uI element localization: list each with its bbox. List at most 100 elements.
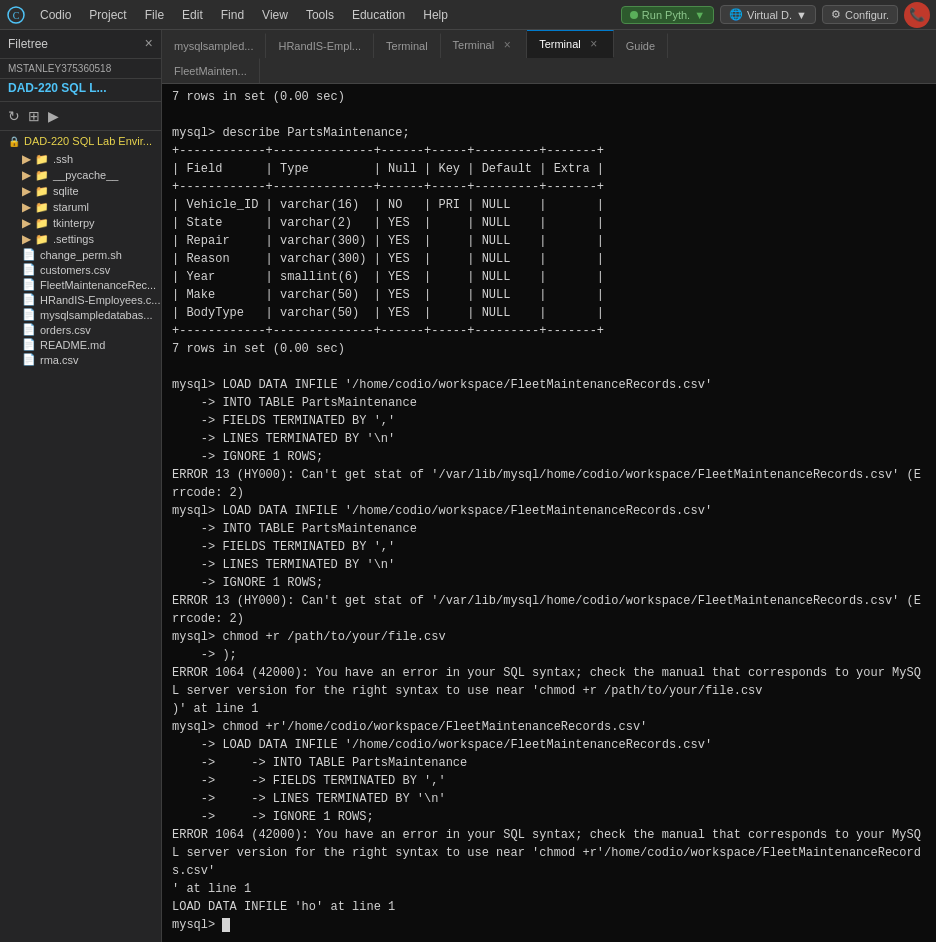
sidebar-item-staruml[interactable]: ▶ 📁 staruml [0, 199, 161, 215]
item-label: customers.csv [40, 264, 110, 276]
virtual-chevron: ▼ [796, 9, 807, 21]
sidebar: Filetree × MSTANLEY375360518 DAD-220 SQL… [0, 30, 162, 942]
run-label: Run Pyth. [642, 9, 690, 21]
tab-fleetmaintena[interactable]: FleetMainten... [162, 58, 260, 83]
sidebar-workspace: DAD-220 SQL L... [0, 79, 161, 102]
menu-find[interactable]: Find [213, 6, 252, 24]
tab-terminal2[interactable]: Terminal × [441, 31, 528, 58]
item-label: .settings [53, 233, 94, 245]
svg-text:C: C [13, 10, 20, 21]
tab-label: Guide [626, 40, 655, 52]
sidebar-item-mysqlsample[interactable]: 📄 mysqlsampledatabas... [0, 307, 161, 322]
folder-icon2: 📁 [35, 233, 49, 246]
play-button[interactable]: ▶ [48, 108, 59, 124]
new-file-button[interactable]: ⊞ [28, 108, 40, 124]
tab-label: mysqlsampled... [174, 40, 253, 52]
menu-tools[interactable]: Tools [298, 6, 342, 24]
tab-label: Terminal [539, 38, 581, 50]
tab-mysqlsampledb[interactable]: mysqlsampled... [162, 33, 266, 58]
virtual-button[interactable]: 🌐 Virtual D. ▼ [720, 5, 816, 24]
tree-root-label: DAD-220 SQL Lab Envir... [24, 135, 152, 147]
item-label: FleetMaintenanceRec... [40, 279, 156, 291]
menu-view[interactable]: View [254, 6, 296, 24]
menu-edit[interactable]: Edit [174, 6, 211, 24]
file-icon: 📄 [22, 323, 36, 336]
sidebar-item-ssh[interactable]: ▶ 📁 .ssh [0, 151, 161, 167]
tab-label: Terminal [453, 39, 495, 51]
folder-icon: ▶ [22, 200, 31, 214]
sidebar-item-customers[interactable]: 📄 customers.csv [0, 262, 161, 277]
globe-icon: 🌐 [729, 8, 743, 21]
tab-guide[interactable]: Guide [614, 33, 668, 58]
tab-bar: mysqlsampled... HRandIS-Empl... Terminal… [162, 30, 936, 84]
cursor [222, 918, 230, 932]
tab-terminal1[interactable]: Terminal [374, 33, 441, 58]
sidebar-item-tkinterpy[interactable]: ▶ 📁 tkinterpy [0, 215, 161, 231]
file-icon: 📄 [22, 353, 36, 366]
item-label: README.md [40, 339, 105, 351]
main-layout: Filetree × MSTANLEY375360518 DAD-220 SQL… [0, 30, 936, 942]
folder-icon2: 📁 [35, 185, 49, 198]
item-label: change_perm.sh [40, 249, 122, 261]
lock-icon: 🔒 [8, 136, 20, 147]
file-icon: 📄 [22, 308, 36, 321]
gear-icon: ⚙ [831, 8, 841, 21]
item-label: tkinterpy [53, 217, 95, 229]
tab-label: Terminal [386, 40, 428, 52]
sidebar-item-hrandis[interactable]: 📄 HRandIS-Employees.c... [0, 292, 161, 307]
tab-close[interactable]: × [500, 38, 514, 52]
terminal-text: +--------------------+ 7 rows in set (0.… [172, 84, 926, 934]
item-label: rma.csv [40, 354, 79, 366]
tab-label: FleetMainten... [174, 65, 247, 77]
app-logo[interactable]: C [6, 5, 26, 25]
item-label: sqlite [53, 185, 79, 197]
content-area: mysqlsampled... HRandIS-Empl... Terminal… [162, 30, 936, 942]
sidebar-header: Filetree × [0, 30, 161, 59]
sidebar-item-pycache[interactable]: ▶ 📁 __pycache__ [0, 167, 161, 183]
sidebar-item-sqlite[interactable]: ▶ 📁 sqlite [0, 183, 161, 199]
run-chevron: ▼ [694, 9, 705, 21]
sidebar-item-fleet[interactable]: 📄 FleetMaintenanceRec... [0, 277, 161, 292]
item-label: __pycache__ [53, 169, 118, 181]
terminal-output[interactable]: +--------------------+ 7 rows in set (0.… [162, 84, 936, 942]
menu-help[interactable]: Help [415, 6, 456, 24]
file-icon: 📄 [22, 248, 36, 261]
file-icon: 📄 [22, 338, 36, 351]
folder-icon: ▶ [22, 152, 31, 166]
tab-close-active[interactable]: × [587, 37, 601, 51]
menu-project[interactable]: Project [81, 6, 134, 24]
folder-icon2: 📁 [35, 217, 49, 230]
sidebar-item-readme[interactable]: 📄 README.md [0, 337, 161, 352]
menu-codio[interactable]: Codio [32, 6, 79, 24]
sidebar-actions: ↻ ⊞ ▶ [0, 102, 161, 131]
config-label: Configur. [845, 9, 889, 21]
run-button[interactable]: Run Pyth. ▼ [621, 6, 714, 24]
sidebar-user: MSTANLEY375360518 [0, 59, 161, 79]
sidebar-item-orders[interactable]: 📄 orders.csv [0, 322, 161, 337]
filetree-title: Filetree [8, 37, 48, 51]
sidebar-item-change-perm[interactable]: 📄 change_perm.sh [0, 247, 161, 262]
tree-root[interactable]: 🔒 DAD-220 SQL Lab Envir... [0, 131, 161, 151]
menu-bar: C Codio Project File Edit Find View Tool… [0, 0, 936, 30]
run-dot [630, 11, 638, 19]
filetree-close[interactable]: × [145, 36, 153, 52]
folder-icon: ▶ [22, 184, 31, 198]
menu-file[interactable]: File [137, 6, 172, 24]
tab-hrandis[interactable]: HRandIS-Empl... [266, 33, 374, 58]
item-label: .ssh [53, 153, 73, 165]
tab-label: HRandIS-Empl... [278, 40, 361, 52]
item-label: mysqlsampledatabas... [40, 309, 153, 321]
virtual-label: Virtual D. [747, 9, 792, 21]
tab-terminal3[interactable]: Terminal × [527, 30, 614, 58]
file-icon: 📄 [22, 293, 36, 306]
folder-icon2: 📁 [35, 201, 49, 214]
refresh-button[interactable]: ↻ [8, 108, 20, 124]
config-button[interactable]: ⚙ Configur. [822, 5, 898, 24]
item-label: HRandIS-Employees.c... [40, 294, 160, 306]
phone-button[interactable]: 📞 [904, 2, 930, 28]
sidebar-item-settings[interactable]: ▶ 📁 .settings [0, 231, 161, 247]
menu-education[interactable]: Education [344, 6, 413, 24]
folder-icon2: 📁 [35, 153, 49, 166]
folder-icon: ▶ [22, 168, 31, 182]
sidebar-item-rma[interactable]: 📄 rma.csv [0, 352, 161, 367]
